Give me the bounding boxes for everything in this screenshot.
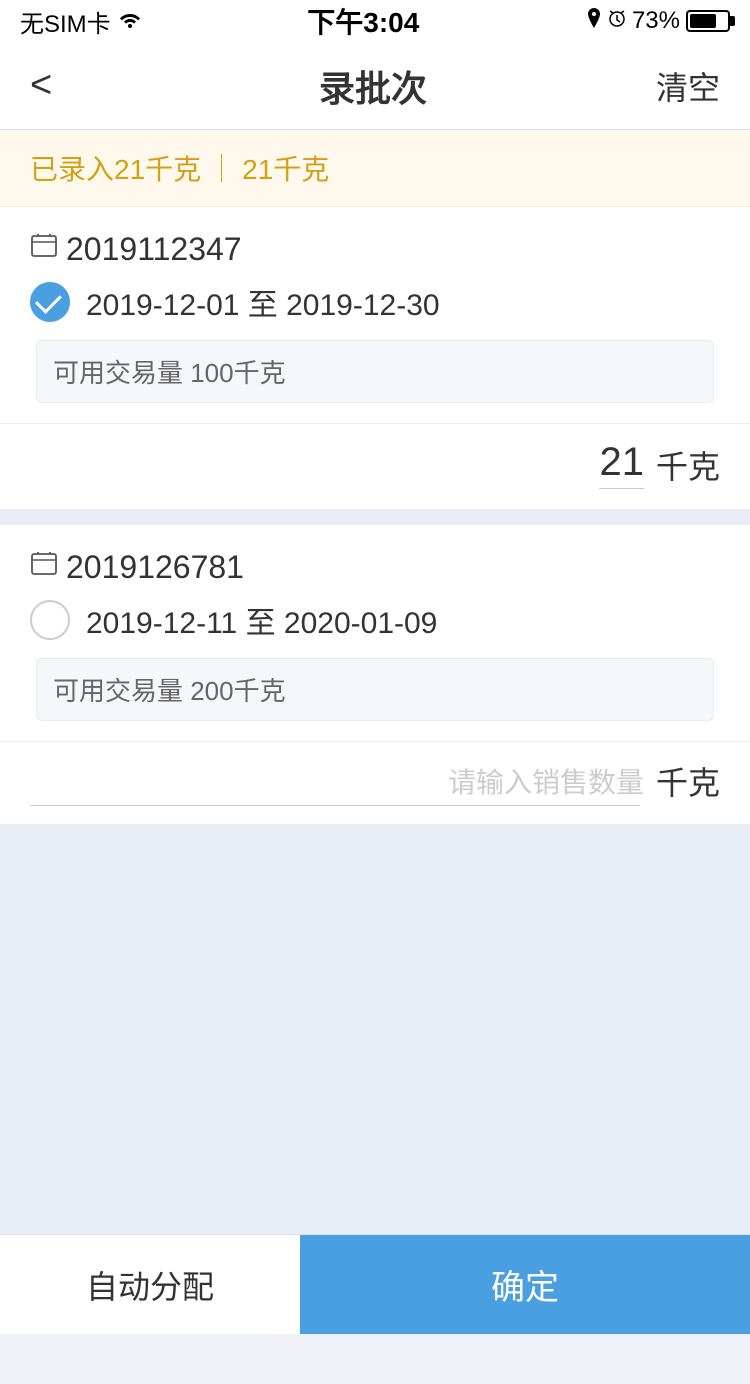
batch-avail-2: 可用交易量 200千克 — [36, 658, 714, 721]
batch-icon-1 — [30, 232, 58, 268]
nav-bar: < 录批次 清空 — [0, 42, 750, 130]
input-underline-2 — [30, 805, 640, 806]
batch-id-1: 2019112347 — [66, 231, 242, 268]
batch-avail-1: 可用交易量 100千克 — [36, 340, 714, 403]
status-right: 73% — [586, 7, 730, 35]
section-separator — [0, 509, 750, 525]
batch-id-2: 2019126781 — [66, 549, 244, 586]
auto-distribute-button[interactable]: 自动分配 — [0, 1235, 300, 1334]
bottom-bar: 自动分配 确定 — [0, 1234, 750, 1334]
info-divider — [221, 154, 222, 182]
page-title: 录批次 — [319, 60, 427, 112]
wifi-icon — [119, 8, 141, 34]
radio-btn-2[interactable] — [30, 600, 70, 640]
qty-value-1[interactable]: 21 — [599, 440, 644, 484]
gray-area — [0, 824, 750, 1284]
qty-row-1: 21 千克 — [0, 423, 750, 509]
batch-date-row-1[interactable]: 2019-12-01 至 2019-12-30 — [30, 280, 720, 324]
batch-date-2: 2019-12-11 至 2020-01-09 — [86, 598, 437, 642]
input-placeholder-2: 请输入销售数量 — [448, 761, 644, 801]
battery-icon — [686, 10, 730, 32]
sim-text: 无SIM卡 — [20, 4, 111, 39]
batch-id-row-2: 2019126781 — [30, 549, 720, 586]
input-unit-2: 千克 — [656, 758, 720, 804]
info-banner: 已录入21千克 21千克 — [0, 130, 750, 207]
confirm-button[interactable]: 确定 — [300, 1235, 750, 1334]
qty-underline-1: 21 — [599, 440, 644, 489]
status-bar: 无SIM卡 下午3:04 73% — [0, 0, 750, 42]
location-icon — [586, 7, 602, 35]
battery-percent: 73% — [632, 7, 680, 35]
radio-btn-1[interactable] — [30, 282, 70, 322]
input-row-2[interactable]: 请输入销售数量 千克 — [0, 741, 750, 824]
batch-icon-2 — [30, 550, 58, 586]
recorded-value: 21千克 — [242, 148, 329, 188]
batch-item-2: 2019126781 2019-12-11 至 2020-01-09 可用交易量… — [0, 525, 750, 824]
batch-id-row-1: 2019112347 — [30, 231, 720, 268]
qty-unit-1: 千克 — [656, 442, 720, 488]
clear-button[interactable]: 清空 — [656, 63, 720, 109]
alarm-icon — [608, 7, 626, 35]
recorded-label: 已录入21千克 — [30, 148, 201, 188]
status-time: 下午3:04 — [307, 1, 419, 41]
batch-date-1: 2019-12-01 至 2019-12-30 — [86, 280, 440, 324]
status-left: 无SIM卡 — [20, 4, 141, 39]
batch-item-1: 2019112347 2019-12-01 至 2019-12-30 可用交易量… — [0, 207, 750, 509]
back-button[interactable]: < — [30, 64, 90, 107]
batch-date-row-2[interactable]: 2019-12-11 至 2020-01-09 — [30, 598, 720, 642]
